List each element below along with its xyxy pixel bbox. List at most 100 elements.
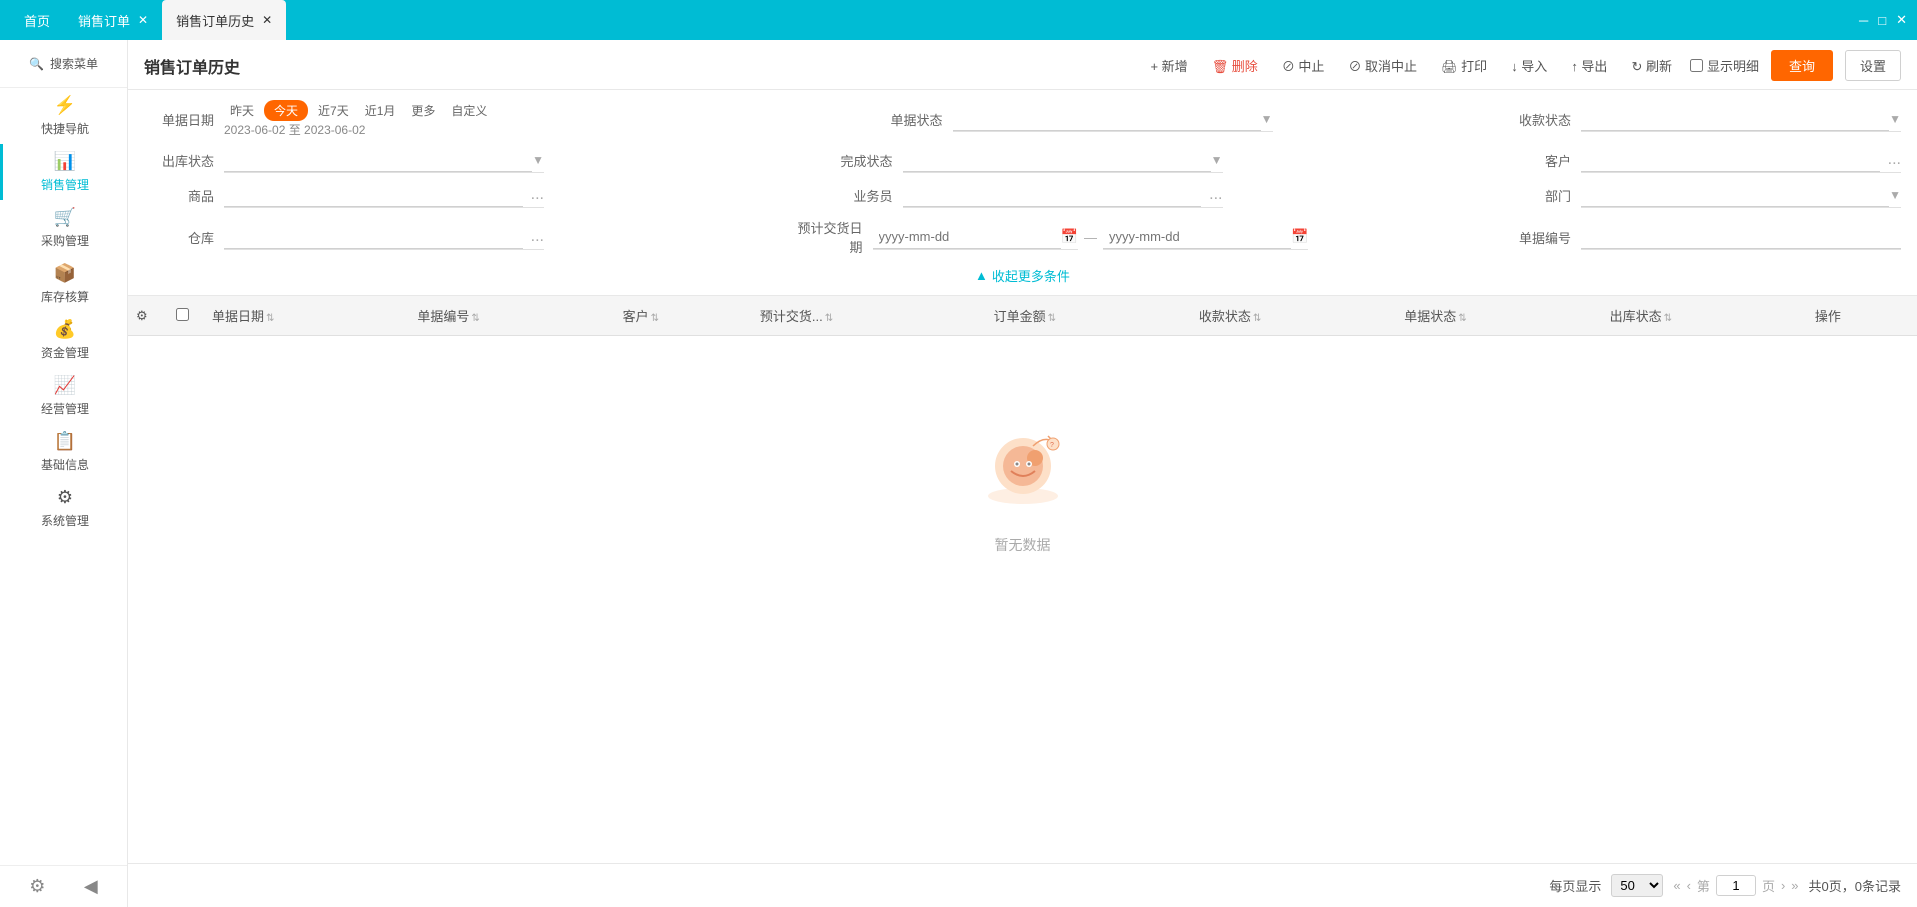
th-checkbox[interactable] — [168, 296, 204, 336]
maximize-icon[interactable]: □ — [1878, 13, 1886, 28]
new-button[interactable]: + 新增 — [1144, 52, 1193, 79]
date-quick-buttons: 昨天 今天 近7天 近1月 更多 自定义 — [224, 100, 636, 121]
product-input[interactable] — [224, 183, 523, 207]
th-expected-delivery[interactable]: 预计交货...⇅ — [752, 296, 986, 336]
th-order-amount[interactable]: 订单金额⇅ — [986, 296, 1191, 336]
date-range-text: 2023-06-02 至 2023-06-02 — [224, 121, 644, 138]
collapse-up-icon: ▲ — [975, 268, 988, 283]
sort-payment-icon: ⇅ — [1253, 313, 1261, 324]
delivery-status-select[interactable] — [224, 148, 532, 172]
table-footer: 每页显示 50 10 20 100 « ‹ 第 页 › » 共0页，0条记录 — [128, 863, 1917, 907]
salesperson-dots[interactable]: ... — [1209, 186, 1222, 204]
payment-status-select[interactable] — [1581, 107, 1889, 131]
sidebar-item-basics[interactable]: 📋 基础信息 — [0, 424, 127, 480]
expected-date-from[interactable] — [873, 225, 1061, 249]
complete-status-select[interactable] — [903, 148, 1211, 172]
bill-status-arrow: ▼ — [1261, 112, 1273, 126]
filter-row-3: 商品 ... 业务员 ... 部门 ▼ — [144, 183, 1901, 208]
sort-expected-icon: ⇅ — [825, 313, 833, 324]
department-select[interactable] — [1581, 183, 1889, 207]
empty-text: 暂无数据 — [995, 535, 1051, 555]
payment-status-arrow: ▼ — [1889, 112, 1901, 126]
customer-dots[interactable]: ... — [1888, 151, 1901, 169]
calendar-to-icon[interactable]: 📅 — [1291, 228, 1308, 245]
display-toggle-checkbox[interactable] — [1690, 59, 1703, 72]
sidebar-item-operations[interactable]: 📈 经营管理 — [0, 368, 127, 424]
query-button[interactable]: 查询 — [1771, 50, 1833, 81]
date-today[interactable]: 今天 — [264, 100, 308, 121]
sidebar-item-system[interactable]: ⚙ 系统管理 — [0, 480, 127, 536]
page-header: 销售订单历史 + 新增 🗑 删除 ⊘ 中止 ⊘ 取消中止 🖨 打印 ↓ 导入 ↑… — [128, 40, 1917, 90]
collapse-more[interactable]: ▲ 收起更多条件 — [144, 266, 1901, 285]
next-page-btn[interactable]: › — [1781, 878, 1785, 893]
customer-input[interactable] — [1581, 148, 1880, 172]
page-title: 销售订单历史 — [144, 54, 240, 78]
import-button[interactable]: ↓ 导入 — [1505, 52, 1553, 79]
date-1month[interactable]: 近1月 — [359, 100, 402, 121]
sidebar-item-inventory[interactable]: 📦 库存核算 — [0, 256, 127, 312]
export-button[interactable]: ↑ 导出 — [1565, 52, 1613, 79]
date-more[interactable]: 更多 — [405, 100, 441, 121]
filter-row-1: 单据日期 昨天 今天 近7天 近1月 更多 自定义 2023-06-02 至 2… — [144, 100, 1901, 138]
th-customer[interactable]: 客户⇅ — [615, 296, 752, 336]
th-settings[interactable]: ⚙ — [128, 296, 168, 336]
settings-button[interactable]: 设置 — [1845, 50, 1901, 81]
window-close-icon[interactable]: ✕ — [1896, 12, 1907, 28]
basics-icon: 📋 — [54, 431, 76, 452]
th-date[interactable]: 单据日期⇅ — [204, 296, 409, 336]
sidebar-item-quick-nav[interactable]: ⚡ 快捷导航 — [0, 88, 127, 144]
refresh-button[interactable]: ↻ 刷新 — [1625, 52, 1678, 79]
top-bar: 首页 销售订单 ✕ 销售订单历史 ✕ ─ □ ✕ — [0, 0, 1917, 40]
select-all-checkbox[interactable] — [176, 308, 189, 321]
tab-sales-order-history[interactable]: 销售订单历史 ✕ — [162, 0, 286, 40]
warehouse-input[interactable] — [224, 225, 523, 249]
toolbar: + 新增 🗑 删除 ⊘ 中止 ⊘ 取消中止 🖨 打印 ↓ 导入 ↑ 导出 ↻ 刷… — [1144, 50, 1901, 81]
minimize-icon[interactable]: ─ — [1859, 13, 1868, 28]
sidebar-search-label: 搜索菜单 — [50, 55, 98, 72]
expected-date-to[interactable] — [1103, 225, 1291, 249]
finance-icon: 💰 — [54, 319, 76, 340]
bill-status-select[interactable] — [953, 107, 1261, 131]
first-page-btn[interactable]: « — [1673, 878, 1680, 893]
sidebar-item-operations-label: 经营管理 — [41, 400, 89, 417]
calendar-from-icon[interactable]: 📅 — [1061, 228, 1078, 245]
page-size-label: 每页显示 — [1549, 876, 1601, 895]
date-7days[interactable]: 近7天 — [312, 100, 355, 121]
display-toggle[interactable]: 显示明细 — [1690, 56, 1759, 75]
tab-home[interactable]: 首页 — [10, 0, 64, 40]
cancel-stop-button[interactable]: ⊘ 取消中止 — [1342, 52, 1423, 79]
print-button[interactable]: 🖨 打印 — [1435, 52, 1493, 79]
settings-bottom-icon[interactable]: ⚙ — [29, 876, 45, 897]
tab-sales-order-label: 销售订单 — [78, 11, 130, 30]
collapse-sidebar-icon[interactable]: ◀ — [84, 876, 98, 897]
bill-number-input[interactable] — [1581, 225, 1901, 249]
prev-page-btn[interactable]: ‹ — [1687, 878, 1691, 893]
page-size-select[interactable]: 50 10 20 100 — [1611, 874, 1663, 897]
tab-sales-order[interactable]: 销售订单 ✕ — [64, 0, 162, 40]
warehouse-dots[interactable]: ... — [531, 228, 544, 246]
date-custom[interactable]: 自定义 — [445, 100, 493, 121]
sort-bill-icon: ⇅ — [1458, 313, 1466, 324]
tab-sales-order-close[interactable]: ✕ — [138, 13, 148, 27]
th-bill-status[interactable]: 单据状态⇅ — [1396, 296, 1601, 336]
sidebar-item-sales[interactable]: 📊 销售管理 — [0, 144, 127, 200]
th-delivery-status[interactable]: 出库状态⇅ — [1602, 296, 1807, 336]
date-yesterday[interactable]: 昨天 — [224, 100, 260, 121]
th-payment-status[interactable]: 收款状态⇅ — [1191, 296, 1396, 336]
salesperson-input[interactable] — [903, 183, 1202, 207]
sidebar-item-purchase-label: 采购管理 — [41, 232, 89, 249]
page-input[interactable] — [1716, 875, 1756, 896]
sidebar-item-finance[interactable]: 💰 资金管理 — [0, 312, 127, 368]
product-dots[interactable]: ... — [531, 186, 544, 204]
date-dash: — — [1084, 230, 1097, 245]
sidebar-item-purchase[interactable]: 🛒 采购管理 — [0, 200, 127, 256]
delete-button[interactable]: 🗑 删除 — [1206, 52, 1264, 79]
search-icon: 🔍 — [29, 57, 44, 71]
stop-button[interactable]: ⊘ 中止 — [1276, 52, 1331, 79]
last-page-btn[interactable]: » — [1791, 878, 1798, 893]
empty-illustration: ? — [973, 416, 1073, 519]
page-nav: « ‹ 第 页 › » — [1673, 875, 1798, 896]
sidebar-search[interactable]: 🔍 搜索菜单 — [0, 40, 127, 88]
th-number[interactable]: 单据编号⇅ — [409, 296, 614, 336]
tab-sales-order-history-close[interactable]: ✕ — [262, 13, 272, 27]
